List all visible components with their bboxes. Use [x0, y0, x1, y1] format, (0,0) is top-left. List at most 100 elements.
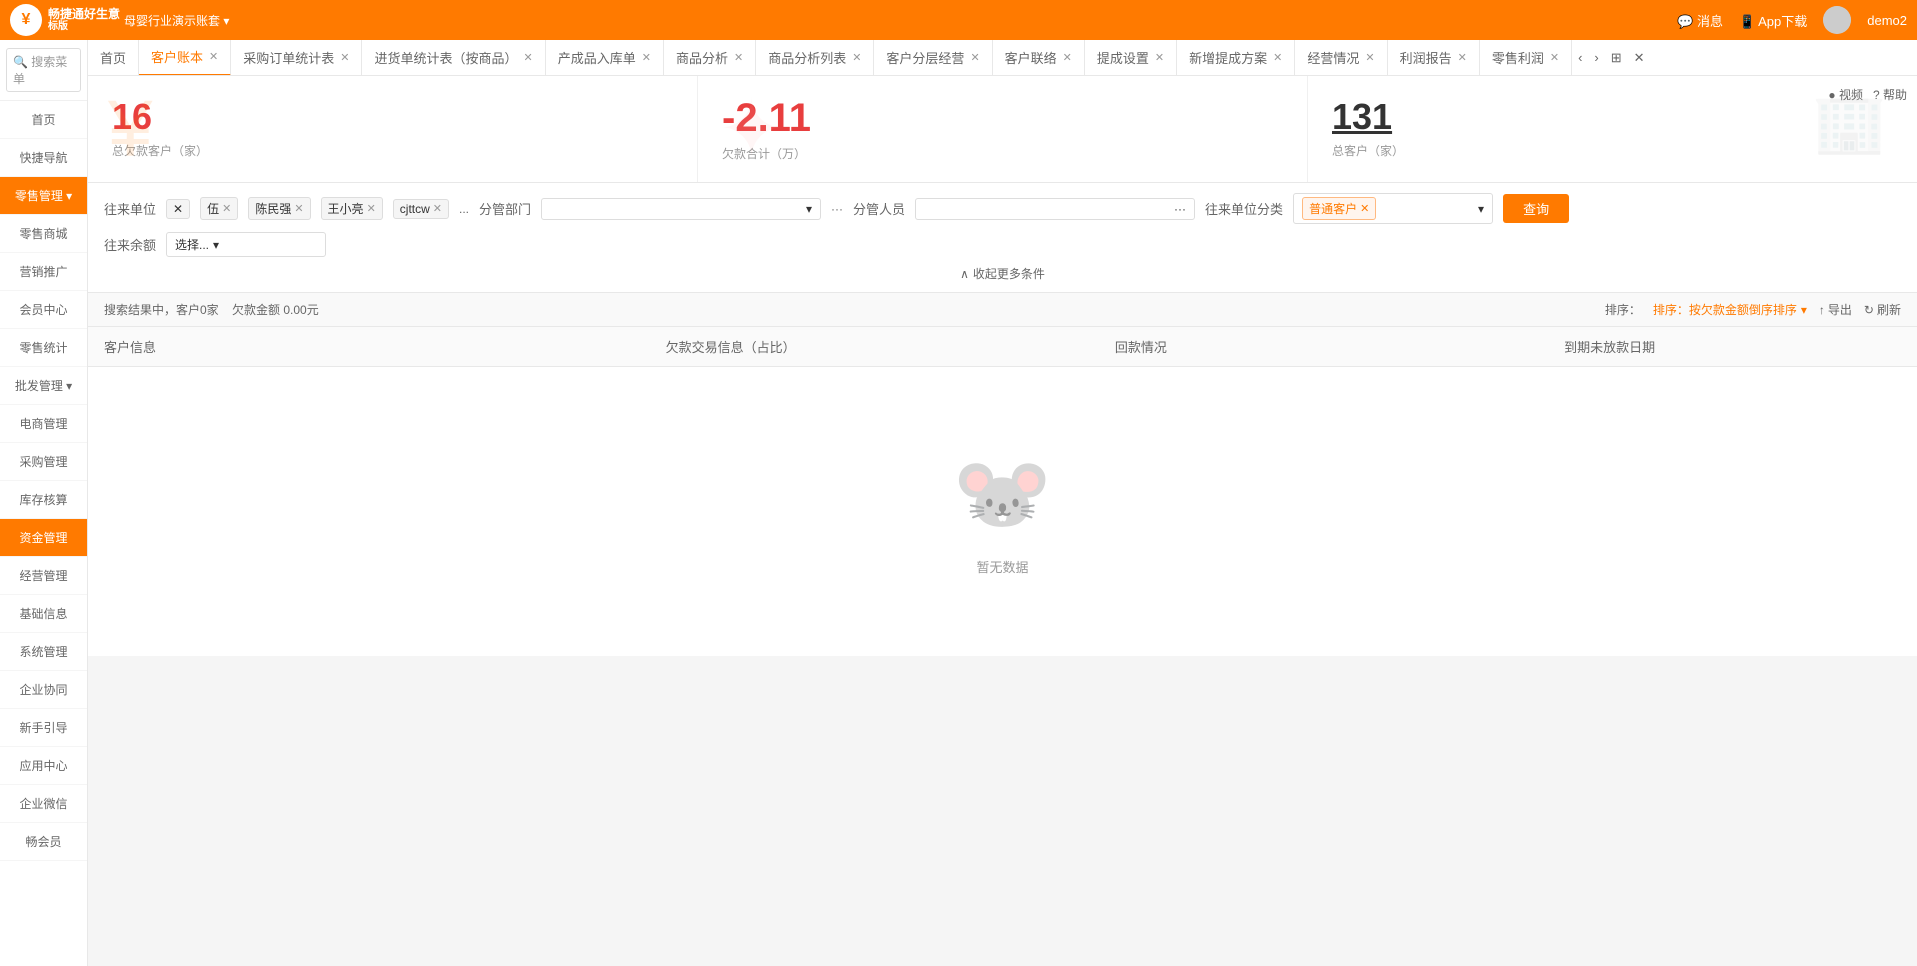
tab-close-improve-settings[interactable]: ✕ [1155, 51, 1164, 64]
tab-close-retail-profit[interactable]: ✕ [1550, 51, 1559, 64]
sidebar-item-inventory[interactable]: 库存核算 [0, 481, 87, 519]
tab-close-purchase-orders[interactable]: ✕ [340, 51, 349, 64]
sidebar-item-home[interactable]: 首页 [0, 101, 87, 139]
remove-tag-3[interactable]: ✕ [367, 202, 376, 215]
filter-category-select[interactable]: 普通客户 ✕ ▾ [1293, 193, 1493, 224]
sidebar-item-retail-stats[interactable]: 零售统计 [0, 329, 87, 367]
sidebar-item-basic-info[interactable]: 基础信息 [0, 595, 87, 633]
filter-label-person: 分管人员 [853, 199, 905, 218]
sidebar-item-retail-mgmt[interactable]: 零售管理 ▾ [0, 177, 87, 215]
sidebar-search-area: 🔍 搜索菜单 [0, 40, 87, 101]
sort-select[interactable]: 排序：按欠款金额倒序排序 ▾ [1653, 301, 1807, 318]
stat-card-credit-customers: ¥ 16 总欠款客户（家） [88, 76, 698, 182]
sidebar-item-member-vip[interactable]: 畅会员 [0, 823, 87, 861]
sidebar-item-new-guide[interactable]: 新手引导 [0, 709, 87, 747]
sidebar-item-purchase[interactable]: 采购管理 [0, 443, 87, 481]
logo-text: 畅捷通好生意 标版 [48, 7, 120, 33]
tab-customer-segment[interactable]: 客户分层经营 ✕ [874, 40, 992, 76]
refresh-btn[interactable]: ↻ 刷新 [1864, 301, 1901, 318]
video-btn[interactable]: ● 视频 [1828, 86, 1863, 103]
user-avatar[interactable] [1823, 6, 1851, 34]
query-button[interactable]: 查询 [1503, 194, 1569, 223]
remove-tag-1[interactable]: ✕ [222, 202, 231, 215]
tab-operation-status[interactable]: 经营情况 ✕ [1295, 40, 1387, 76]
tab-accounts-receivable[interactable]: 客户账本 ✕ [139, 40, 231, 76]
filter-row-1: 往来单位 ✕ 伍 ✕ 陈民强 ✕ 王小亮 [104, 193, 1901, 224]
col-header-date: 到期未放款日期 [1564, 337, 1901, 356]
sidebar-item-finance[interactable]: 资金管理 [0, 519, 87, 557]
col-header-debt: 欠款交易信息（占比） [666, 337, 1115, 356]
results-summary: 搜索结果中，客户0家 欠款金额 0.00元 [104, 301, 319, 318]
table-header: 客户信息 欠款交易信息（占比） 回款情况 到期未放款日期 [88, 327, 1917, 367]
empty-icon: 🐭 [953, 447, 1053, 541]
collapse-row: ∧ 收起更多条件 [104, 265, 1901, 282]
tab-home[interactable]: 首页 [88, 40, 139, 76]
filter-person-select[interactable]: ··· [915, 198, 1195, 220]
tab-close-profit-report[interactable]: ✕ [1458, 51, 1467, 64]
tab-close-operation-status[interactable]: ✕ [1365, 51, 1374, 64]
tab-retail-profit[interactable]: 零售利润 ✕ [1480, 40, 1572, 76]
tab-product-analysis-list[interactable]: 商品分析列表 ✕ [756, 40, 874, 76]
message-btn[interactable]: 💬 消息 [1677, 11, 1723, 30]
tab-close-customer-segment[interactable]: ✕ [970, 51, 979, 64]
tab-close-inbound-stats[interactable]: ✕ [524, 51, 533, 64]
sidebar-item-wholesale-mgmt[interactable]: 批发管理 ▾ [0, 367, 87, 405]
tab-improve-settings[interactable]: 提成设置 ✕ [1085, 40, 1177, 76]
sidebar-item-quick-nav[interactable]: 快捷导航 [0, 139, 87, 177]
account-dropdown[interactable]: 母婴行业演示账套 ▾ [124, 12, 229, 29]
sidebar-item-operation[interactable]: 经营管理 [0, 557, 87, 595]
filter-balance-input[interactable]: 选择... ▾ [166, 232, 326, 257]
remove-tag-4[interactable]: ✕ [433, 202, 442, 215]
sidebar-item-enterprise[interactable]: 企业协同 [0, 671, 87, 709]
tab-close-accounts-receivable[interactable]: ✕ [209, 50, 218, 63]
logo-sub-text: 标版 [48, 21, 120, 33]
tab-customer-contact[interactable]: 客户联络 ✕ [993, 40, 1085, 76]
filter-label-unit: 往来单位 [104, 199, 156, 218]
col-header-repay: 回款情况 [1115, 337, 1564, 356]
filter-category-tag: 普通客户 ✕ [1302, 197, 1376, 220]
filter-tag-unit-3: 王小亮 ✕ [321, 197, 383, 220]
search-menu-button[interactable]: 🔍 搜索菜单 [6, 48, 81, 92]
tab-expand-btn[interactable]: ⊞ [1605, 40, 1628, 76]
tab-close-product-analysis-list[interactable]: ✕ [852, 51, 861, 64]
stat-value-total-customers: 131 [1332, 96, 1392, 138]
col-header-customer: 客户信息 [104, 337, 666, 356]
user-name[interactable]: demo2 [1867, 13, 1907, 28]
sidebar-item-member-center[interactable]: 会员中心 [0, 291, 87, 329]
remove-tag-2[interactable]: ✕ [294, 202, 303, 215]
stat-card-credit-amount: ✦ -2.11 欠款合计（万） [698, 76, 1308, 182]
tab-inbound-stats[interactable]: 进货单统计表（按商品） ✕ [362, 40, 545, 76]
tab-profit-report[interactable]: 利润报告 ✕ [1388, 40, 1480, 76]
tab-bar: 首页 客户账本 ✕ 采购订单统计表 ✕ 进货单统计表（按商品） ✕ 产成品入库单… [88, 40, 1917, 76]
tab-close-all-btn[interactable]: ✕ [1628, 40, 1651, 76]
filter-more-tags-btn[interactable]: ... [459, 202, 469, 216]
export-btn[interactable]: ↑ 导出 [1819, 301, 1852, 318]
collapse-filters-btn[interactable]: ∧ 收起更多条件 [960, 265, 1045, 282]
data-table: 客户信息 欠款交易信息（占比） 回款情况 到期未放款日期 🐭 暂无数据 [88, 327, 1917, 656]
sidebar-item-marketing[interactable]: 营销推广 [0, 253, 87, 291]
help-btn[interactable]: ? 帮助 [1873, 86, 1907, 103]
tab-product-analysis[interactable]: 商品分析 ✕ [664, 40, 756, 76]
app-download-btn[interactable]: 📱 App下载 [1739, 11, 1807, 30]
tab-close-product-inbound[interactable]: ✕ [642, 51, 651, 64]
sidebar-item-app-center[interactable]: 应用中心 [0, 747, 87, 785]
tab-close-product-analysis[interactable]: ✕ [734, 51, 743, 64]
tab-product-inbound[interactable]: 产成品入库单 ✕ [546, 40, 664, 76]
filter-dept-select[interactable]: ▾ [541, 198, 821, 220]
tab-nav-right[interactable]: › [1588, 40, 1604, 76]
filter-label-dept: 分管部门 [479, 199, 531, 218]
tab-close-customer-contact[interactable]: ✕ [1063, 51, 1072, 64]
remove-category-tag[interactable]: ✕ [1360, 202, 1369, 215]
sidebar-item-enterprise-wx[interactable]: 企业微信 [0, 785, 87, 823]
tab-close-new-improve[interactable]: ✕ [1273, 51, 1282, 64]
top-bar: ¥ 畅捷通好生意 标版 母婴行业演示账套 ▾ 💬 消息 📱 App下载 demo… [0, 0, 1917, 40]
filter-dept-ellipsis[interactable]: ··· [831, 202, 843, 216]
sidebar-item-retail-mall[interactable]: 零售商城 [0, 215, 87, 253]
sidebar-item-ecommerce[interactable]: 电商管理 [0, 405, 87, 443]
empty-state: 🐭 暂无数据 [88, 367, 1917, 656]
tab-purchase-orders[interactable]: 采购订单统计表 ✕ [231, 40, 362, 76]
stats-row: ¥ 16 总欠款客户（家） ✦ -2.11 欠款合计（万） 🏢 ● 视频 ? 帮… [88, 76, 1917, 183]
tab-nav-left[interactable]: ‹ [1572, 40, 1588, 76]
sidebar-item-system-mgmt[interactable]: 系统管理 [0, 633, 87, 671]
tab-new-improve[interactable]: 新增提成方案 ✕ [1177, 40, 1295, 76]
